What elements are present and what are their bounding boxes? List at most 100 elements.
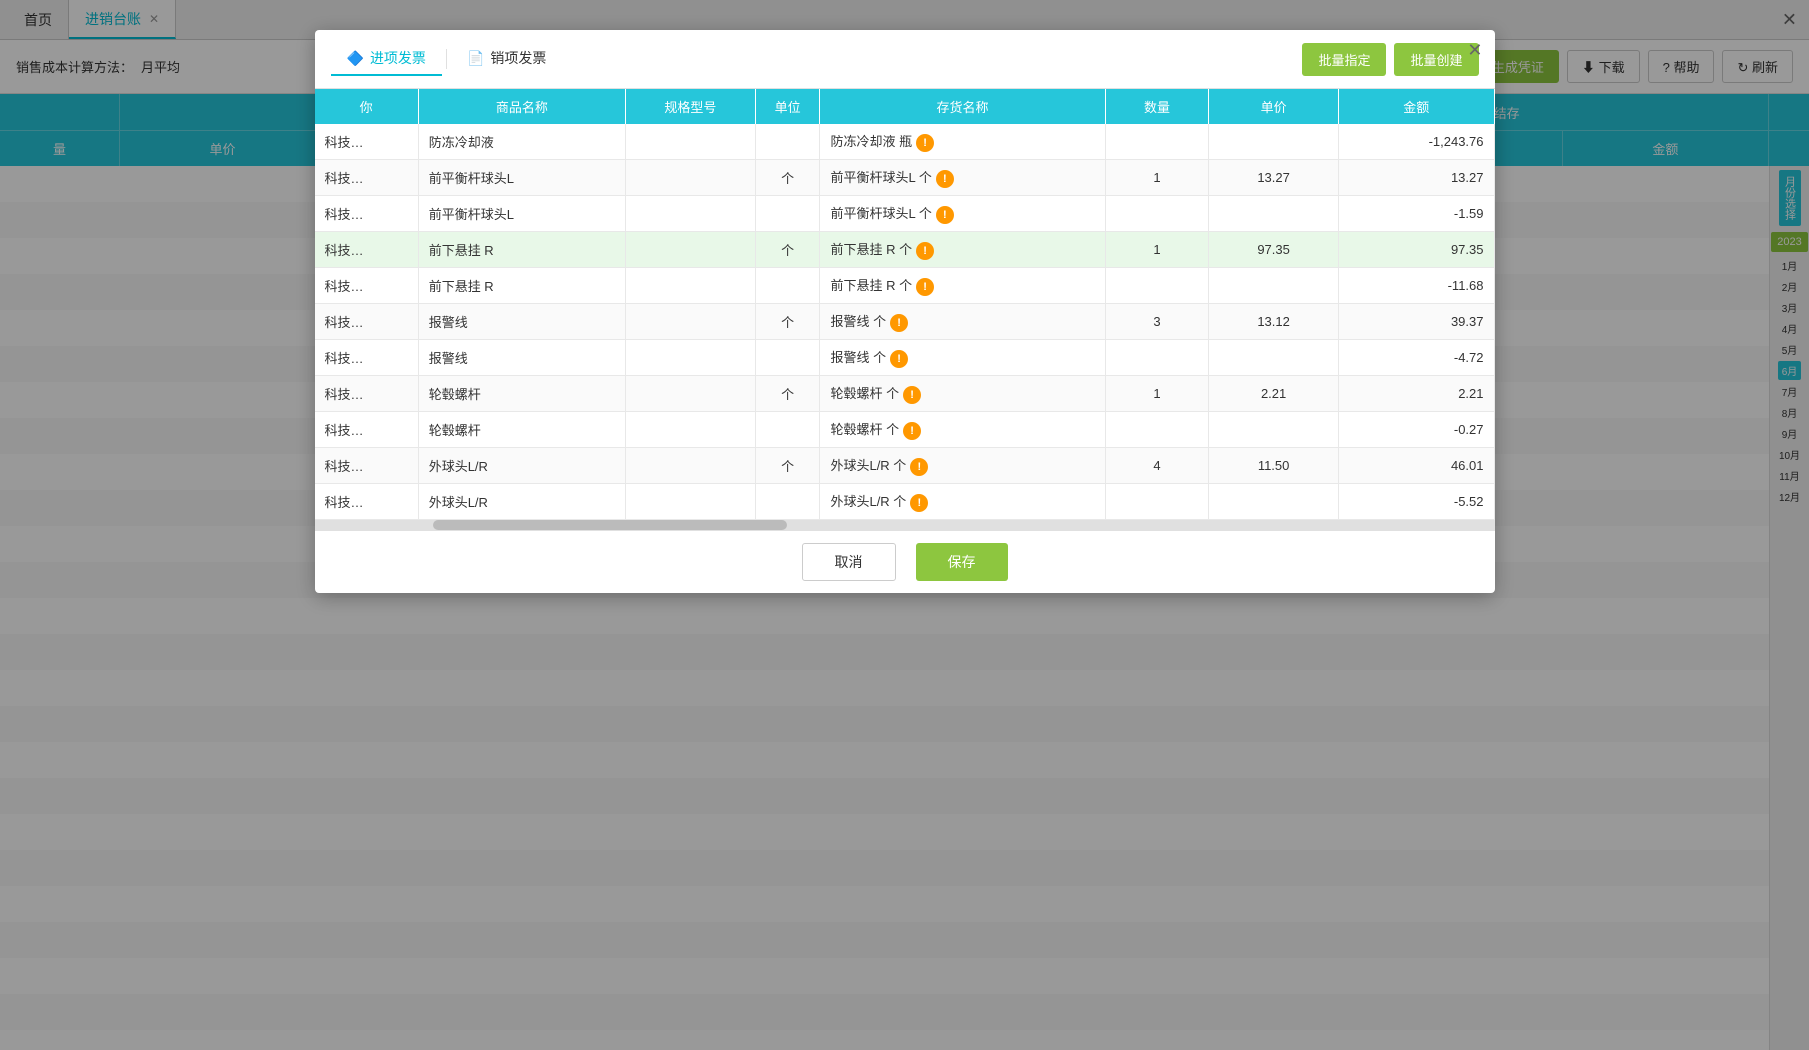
cell-product: 前下悬挂 R (418, 268, 625, 304)
cell-spec (626, 412, 756, 448)
th-company: 你 (315, 89, 419, 124)
cell-unit (755, 340, 820, 376)
cell-price (1209, 484, 1339, 520)
warning-icon: ! (890, 350, 908, 368)
cell-product: 外球头L/R (418, 484, 625, 520)
cell-amount: 13.27 (1338, 160, 1494, 196)
batch-create-button[interactable]: 批量创建 (1394, 43, 1478, 76)
outgoing-icon: 📄 (467, 50, 484, 67)
cell-product: 报警线 (418, 304, 625, 340)
table-row: 科技…轮毂螺杆轮毂螺杆 个!-0.27 (315, 412, 1495, 448)
th-price: 单价 (1209, 89, 1339, 124)
warning-icon: ! (916, 278, 934, 296)
scrollbar-thumb[interactable] (433, 520, 787, 530)
cell-inventory: 防冻冷却液 瓶! (820, 124, 1105, 160)
cell-spec (626, 124, 756, 160)
cell-spec (626, 376, 756, 412)
table-row: 科技…报警线个报警线 个!313.1239.37 (315, 304, 1495, 340)
cell-unit: 个 (755, 376, 820, 412)
cell-inventory: 报警线 个! (820, 340, 1105, 376)
dialog-body: 你 商品名称 规格型号 单位 存货名称 数量 单价 金额 科技…防冻冷却液防冻冷… (315, 89, 1495, 520)
warning-icon: ! (916, 134, 934, 152)
cell-company: 科技… (315, 160, 419, 196)
cell-qty: 1 (1105, 376, 1209, 412)
cell-price: 13.12 (1209, 304, 1339, 340)
cell-price (1209, 268, 1339, 304)
cell-spec (626, 484, 756, 520)
cell-unit: 个 (755, 232, 820, 268)
cell-qty (1105, 484, 1209, 520)
cell-amount: -0.27 (1338, 412, 1494, 448)
cell-qty (1105, 340, 1209, 376)
th-product-name: 商品名称 (418, 89, 625, 124)
cell-price (1209, 124, 1339, 160)
cell-qty (1105, 412, 1209, 448)
cell-company: 科技… (315, 484, 419, 520)
cell-amount: -11.68 (1338, 268, 1494, 304)
cell-price: 13.27 (1209, 160, 1339, 196)
horizontal-scrollbar[interactable] (315, 520, 1495, 530)
th-spec: 规格型号 (626, 89, 756, 124)
warning-icon: ! (916, 242, 934, 260)
tab-outgoing-invoice[interactable]: 📄 销项发票 (451, 42, 562, 76)
cell-spec (626, 268, 756, 304)
warning-icon: ! (936, 170, 954, 188)
warning-icon: ! (936, 206, 954, 224)
warning-icon: ! (910, 458, 928, 476)
dialog-footer: 取消 保存 (315, 530, 1495, 593)
cell-company: 科技… (315, 304, 419, 340)
cell-spec (626, 304, 756, 340)
warning-icon: ! (890, 314, 908, 332)
batch-assign-button[interactable]: 批量指定 (1302, 43, 1386, 76)
cell-company: 科技… (315, 124, 419, 160)
cell-inventory: 轮毂螺杆 个! (820, 412, 1105, 448)
cell-product: 报警线 (418, 340, 625, 376)
cell-spec (626, 196, 756, 232)
cell-amount: 97.35 (1338, 232, 1494, 268)
th-unit: 单位 (755, 89, 820, 124)
cell-qty: 1 (1105, 160, 1209, 196)
cell-product: 前下悬挂 R (418, 232, 625, 268)
table-row: 科技…外球头L/R外球头L/R 个!-5.52 (315, 484, 1495, 520)
cancel-button[interactable]: 取消 (802, 543, 896, 581)
cell-inventory: 前下悬挂 R 个! (820, 232, 1105, 268)
cell-company: 科技… (315, 376, 419, 412)
th-inventory: 存货名称 (820, 89, 1105, 124)
cell-unit: 个 (755, 160, 820, 196)
cell-price (1209, 196, 1339, 232)
save-button[interactable]: 保存 (916, 543, 1008, 581)
cell-amount: -4.72 (1338, 340, 1494, 376)
cell-company: 科技… (315, 196, 419, 232)
dialog-close-button[interactable]: ✕ (1467, 40, 1482, 61)
cell-inventory: 报警线 个! (820, 304, 1105, 340)
cell-amount: -5.52 (1338, 484, 1494, 520)
cell-price: 2.21 (1209, 376, 1339, 412)
cell-product: 防冻冷却液 (418, 124, 625, 160)
cell-amount: -1,243.76 (1338, 124, 1494, 160)
cell-unit (755, 268, 820, 304)
cell-price: 11.50 (1209, 448, 1339, 484)
cell-product: 前平衡杆球头L (418, 160, 625, 196)
cell-unit (755, 484, 820, 520)
cell-amount: -1.59 (1338, 196, 1494, 232)
table-header: 你 商品名称 规格型号 单位 存货名称 数量 单价 金额 (315, 89, 1495, 124)
table-row: 科技…前平衡杆球头L个前平衡杆球头L 个!113.2713.27 (315, 160, 1495, 196)
cell-spec (626, 448, 756, 484)
table-row: 科技…前下悬挂 R个前下悬挂 R 个!197.3597.35 (315, 232, 1495, 268)
table-row: 科技…外球头L/R个外球头L/R 个!411.5046.01 (315, 448, 1495, 484)
table-row: 科技…前下悬挂 R前下悬挂 R 个!-11.68 (315, 268, 1495, 304)
cell-product: 前平衡杆球头L (418, 196, 625, 232)
tab-incoming-invoice[interactable]: 🔷 进项发票 (331, 42, 442, 76)
table-row: 科技…前平衡杆球头L 前平衡杆球头L 个! -1.59 (315, 196, 1495, 232)
cell-inventory: 前平衡杆球头L 个! (820, 196, 1105, 232)
tab-divider (446, 49, 447, 69)
warning-icon: ! (903, 386, 921, 404)
cell-unit (755, 196, 820, 232)
cell-qty (1105, 124, 1209, 160)
incoming-icon: 🔷 (347, 50, 364, 67)
cell-spec (626, 340, 756, 376)
cell-unit: 个 (755, 304, 820, 340)
th-qty: 数量 (1105, 89, 1209, 124)
cell-spec (626, 232, 756, 268)
cell-inventory: 前下悬挂 R 个! (820, 268, 1105, 304)
